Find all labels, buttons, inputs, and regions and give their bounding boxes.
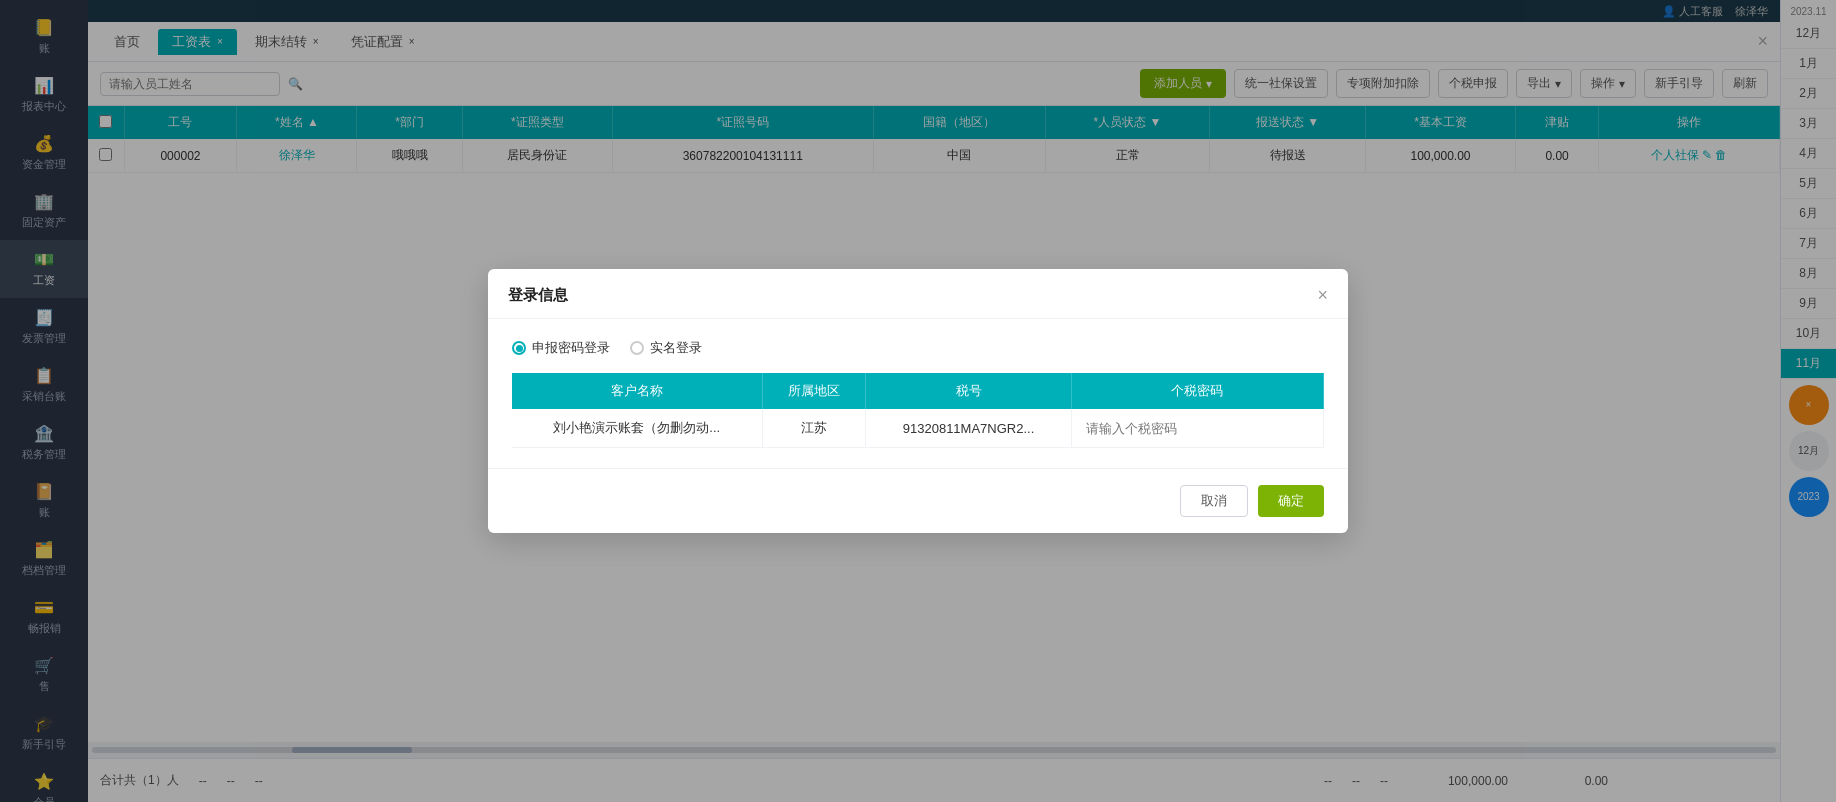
dialog-table-row: 刘小艳演示账套（勿删勿动... 江苏 91320811MA7NGR2...: [512, 409, 1324, 448]
dialog-cell-password[interactable]: [1071, 409, 1323, 448]
dialog-col-password: 个税密码: [1071, 373, 1323, 409]
tax-password-input[interactable]: [1086, 421, 1309, 436]
dialog-client-table: 客户名称 所属地区 税号 个税密码 刘小艳演示账套（勿删勿动... 江苏 913…: [512, 373, 1324, 448]
radio-realname-circle: [630, 341, 644, 355]
radio-realname-label: 实名登录: [650, 339, 702, 357]
dialog-col-tax-no: 税号: [866, 373, 1072, 409]
radio-password-label: 申报密码登录: [532, 339, 610, 357]
dialog-cell-tax-no: 91320811MA7NGR2...: [866, 409, 1072, 448]
confirm-button[interactable]: 确定: [1258, 485, 1324, 517]
dialog-title: 登录信息: [508, 286, 568, 305]
dialog-overlay: 登录信息 × 申报密码登录 实名登录 客户名称 所属地区: [0, 0, 1836, 802]
dialog-cell-client-name: 刘小艳演示账套（勿删勿动...: [512, 409, 762, 448]
dialog-cell-region: 江苏: [762, 409, 866, 448]
login-dialog: 登录信息 × 申报密码登录 实名登录 客户名称 所属地区: [488, 269, 1348, 533]
login-type-radio-group: 申报密码登录 实名登录: [512, 339, 1324, 357]
radio-realname-login[interactable]: 实名登录: [630, 339, 702, 357]
dialog-body: 申报密码登录 实名登录 客户名称 所属地区 税号 个税密码: [488, 319, 1348, 468]
cancel-button[interactable]: 取消: [1180, 485, 1248, 517]
dialog-close-button[interactable]: ×: [1317, 285, 1328, 306]
radio-password-login[interactable]: 申报密码登录: [512, 339, 610, 357]
radio-password-circle: [512, 341, 526, 355]
dialog-col-client-name: 客户名称: [512, 373, 762, 409]
dialog-col-region: 所属地区: [762, 373, 866, 409]
dialog-footer: 取消 确定: [488, 468, 1348, 533]
dialog-header: 登录信息 ×: [488, 269, 1348, 319]
